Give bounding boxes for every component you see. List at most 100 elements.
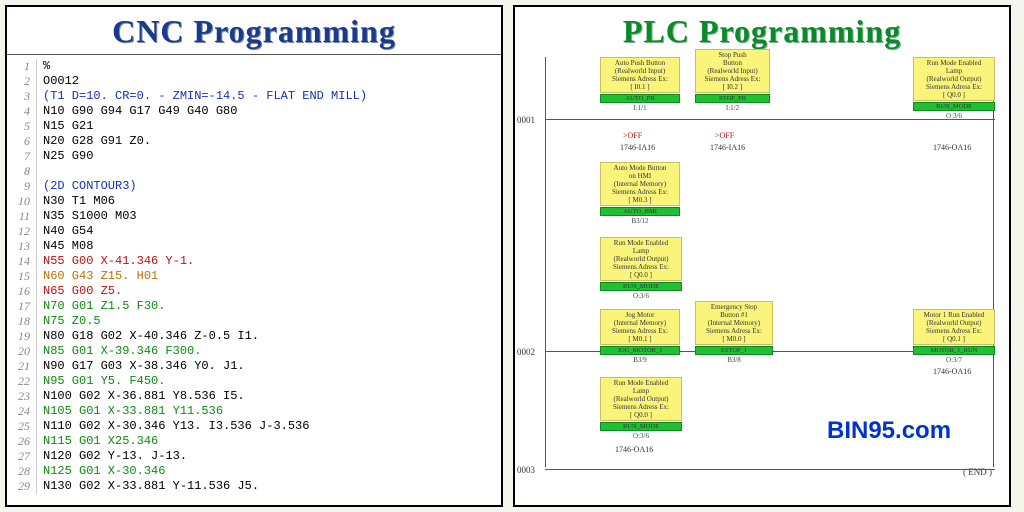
- gcode-text: N45 M08: [43, 239, 93, 254]
- plc-panel: PLC Programming 0001 0002 0003 ( END ) A…: [513, 5, 1011, 507]
- io-label-in-1: 1746-IA16: [620, 143, 655, 152]
- io-label-out-3: 1746-OA16: [615, 445, 653, 454]
- ladder-diagram: 0001 0002 0003 ( END ) Auto Push Button(…: [545, 57, 994, 495]
- desc-motor-run: Motor 1 Run Enabled(Realworld Output)Sie…: [913, 309, 995, 345]
- gcode-text: N15 G21: [43, 119, 93, 134]
- desc-estop: Emergency StopButton #1(Internal Memory)…: [695, 301, 773, 345]
- contact-jog-motor: Jog Motor(Internal Memory)Siemens Adress…: [600, 309, 680, 364]
- line-number: 20: [7, 344, 37, 359]
- brand-label: BIN95.com: [827, 417, 951, 445]
- gcode-line: 27N120 G02 Y-13. J-13.: [7, 449, 501, 464]
- desc-auto-hmi: Auto Mode Buttonon HMI(Internal Memory)S…: [600, 162, 680, 206]
- gcode-text: N20 G28 G91 Z0.: [43, 134, 151, 149]
- line-number: 24: [7, 404, 37, 419]
- line-number: 13: [7, 239, 37, 254]
- line-number: 22: [7, 374, 37, 389]
- gcode-line: 9 (2D CONTOUR3): [7, 179, 501, 194]
- gcode-line: 16 N65 G00 Z5.: [7, 284, 501, 299]
- gcode-text: N115 G01 X25.346: [43, 434, 158, 449]
- gcode-text: N95 G01 Y5. F450.: [43, 374, 165, 389]
- gcode-line: 6 N20 G28 G91 Z0.: [7, 134, 501, 149]
- gcode-line: 17N70 G01 Z1.5 F30.: [7, 299, 501, 314]
- tag-auto-pb: AUTO_PB: [600, 94, 680, 103]
- coil-motor-run: Motor 1 Run Enabled(Realworld Output)Sie…: [913, 309, 995, 364]
- gcode-line: 19 N80 G18 G02 X-40.346 Z-0.5 I1.: [7, 329, 501, 344]
- line-number: 9: [7, 179, 37, 194]
- gcode-line: 14N55 G00 X-41.346 Y-1.: [7, 254, 501, 269]
- addr-motor-run: O:3/7: [913, 356, 995, 364]
- gcode-text: N80 G18 G02 X-40.346 Z-0.5 I1.: [43, 329, 259, 344]
- off-indicator-1: >OFF: [623, 131, 642, 140]
- contact-run-mode-par: Run Mode EnabledLamp(Realworld Output)Si…: [600, 377, 682, 440]
- tag-motor-run: MOTOR_1_RUN: [913, 346, 995, 355]
- line-number: 16: [7, 284, 37, 299]
- line-number: 10: [7, 194, 37, 209]
- gcode-text: N110 G02 X-30.346 Y13. I3.536 J-3.536: [43, 419, 309, 434]
- gcode-line: 11 N35 S1000 M03: [7, 209, 501, 224]
- gcode-line: 22 N95 G01 Y5. F450.: [7, 374, 501, 389]
- line-number: 5: [7, 119, 37, 134]
- gcode-text: N125 G01 X-30.346: [43, 464, 165, 479]
- gcode-text: N35 S1000 M03: [43, 209, 137, 224]
- gcode-text: O0012: [43, 74, 79, 89]
- addr-run-mode-latch: O:3/6: [600, 292, 682, 300]
- tag-run-mode-par: RUN_MODE: [600, 422, 682, 431]
- gcode-listing: 1%2O00123(T1 D=10. CR=0. - ZMIN=-14.5 - …: [7, 55, 501, 498]
- line-number: 23: [7, 389, 37, 404]
- gcode-text: N40 G54: [43, 224, 93, 239]
- gcode-text: N65 G00 Z5.: [43, 284, 122, 299]
- addr-auto-pb: I:1/1: [600, 104, 680, 112]
- line-number: 12: [7, 224, 37, 239]
- io-label-in-2: 1746-IA16: [710, 143, 745, 152]
- gcode-text: N75 Z0.5: [43, 314, 101, 329]
- addr-estop: B3/8: [695, 356, 773, 364]
- line-number: 11: [7, 209, 37, 224]
- addr-run-mode: O:3/6: [913, 112, 995, 120]
- desc-auto-pb: Auto Push Button(Realworld Input)Siemens…: [600, 57, 680, 93]
- gcode-text: (2D CONTOUR3): [43, 179, 137, 194]
- line-number: 21: [7, 359, 37, 374]
- line-number: 18: [7, 314, 37, 329]
- line-number: 7: [7, 149, 37, 164]
- io-label-out-1: 1746-OA16: [933, 143, 971, 152]
- tag-estop: ESTOP_1: [695, 346, 773, 355]
- contact-stop-pb: Stop PushButton(Realworld Input)Siemens …: [695, 49, 770, 112]
- line-number: 25: [7, 419, 37, 434]
- contact-auto-hmi: Auto Mode Buttonon HMI(Internal Memory)S…: [600, 162, 680, 225]
- gcode-text: N85 G01 X-39.346 F300.: [43, 344, 201, 359]
- addr-stop-pb: I:1/2: [695, 104, 770, 112]
- desc-run-mode-latch: Run Mode EnabledLamp(Realworld Output)Si…: [600, 237, 682, 281]
- tag-jog-motor: JOG_MOTOR_1: [600, 346, 680, 355]
- gcode-text: N60 G43 Z15. H01: [43, 269, 158, 284]
- gcode-line: 10 N30 T1 M06: [7, 194, 501, 209]
- gcode-text: N105 G01 X-33.881 Y11.536: [43, 404, 223, 419]
- gcode-line: 5 N15 G21: [7, 119, 501, 134]
- gcode-line: 26 N115 G01 X25.346: [7, 434, 501, 449]
- tag-run-mode: RUN_MODE: [913, 102, 995, 111]
- line-number: 26: [7, 434, 37, 449]
- gcode-line: 4N10 G90 G94 G17 G49 G40 G80: [7, 104, 501, 119]
- desc-jog-motor: Jog Motor(Internal Memory)Siemens Adress…: [600, 309, 680, 345]
- gcode-text: N70 G01 Z1.5 F30.: [43, 299, 165, 314]
- rung-3-wire: [545, 469, 995, 470]
- gcode-line: 21N90 G17 G03 X-38.346 Y0. J1.: [7, 359, 501, 374]
- line-number: 15: [7, 269, 37, 284]
- line-number: 28: [7, 464, 37, 479]
- contact-estop: Emergency StopButton #1(Internal Memory)…: [695, 301, 773, 364]
- line-number: 8: [7, 164, 37, 179]
- gcode-text: N130 G02 X-33.881 Y-11.536 J5.: [43, 479, 259, 494]
- line-number: 1: [7, 59, 37, 74]
- gcode-text: N55 G00 X-41.346 Y-1.: [43, 254, 194, 269]
- gcode-line: 20 N85 G01 X-39.346 F300.: [7, 344, 501, 359]
- gcode-line: 7N25 G90: [7, 149, 501, 164]
- addr-run-mode-par: O:3/6: [600, 432, 682, 440]
- gcode-text: N30 T1 M06: [43, 194, 115, 209]
- contact-run-mode-latch: Run Mode EnabledLamp(Realworld Output)Si…: [600, 237, 682, 300]
- line-number: 19: [7, 329, 37, 344]
- rung-number-3: 0003: [517, 465, 535, 475]
- gcode-text: N120 G02 Y-13. J-13.: [43, 449, 187, 464]
- line-number: 6: [7, 134, 37, 149]
- gcode-line: 8: [7, 164, 501, 179]
- line-number: 4: [7, 104, 37, 119]
- addr-jog-motor: B3/9: [600, 356, 680, 364]
